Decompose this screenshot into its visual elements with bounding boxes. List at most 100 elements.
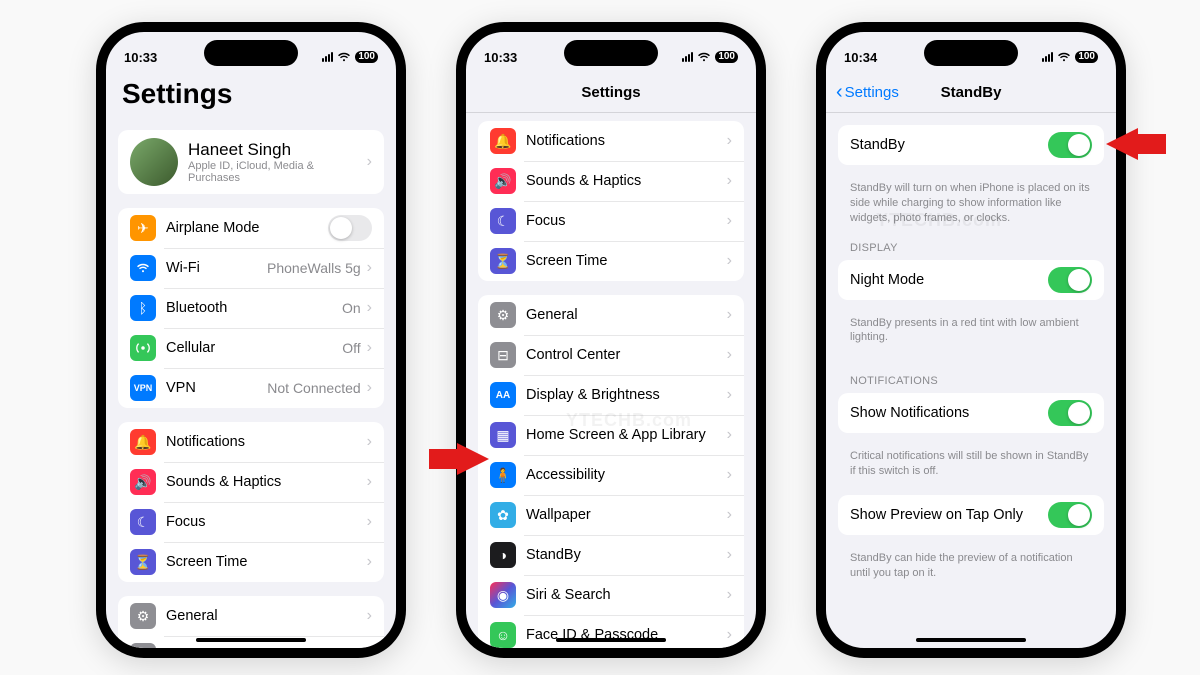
- row-show-notifications[interactable]: Show Notifications: [838, 393, 1104, 433]
- row-wallpaper[interactable]: ✿ Wallpaper ›: [478, 495, 744, 535]
- battery-indicator: 100: [1075, 51, 1098, 63]
- page-title: Settings: [106, 72, 396, 120]
- bluetooth-icon: ᛒ: [130, 295, 156, 321]
- vpn-icon: VPN: [130, 375, 156, 401]
- home-indicator[interactable]: [916, 638, 1026, 642]
- row-siri[interactable]: ◉ Siri & Search ›: [478, 575, 744, 615]
- profile-subtitle: Apple ID, iCloud, Media & Purchases: [188, 160, 367, 184]
- night-footer: StandBy presents in a red tint with low …: [826, 310, 1116, 348]
- row-screentime[interactable]: ⏳ Screen Time ›: [118, 542, 384, 582]
- wifi-icon: [697, 52, 711, 62]
- row-notifications[interactable]: 🔔 Notifications ›: [118, 422, 384, 462]
- chevron-right-icon: ›: [367, 379, 372, 397]
- back-button[interactable]: ‹Settings: [836, 81, 899, 104]
- battery-indicator: 100: [715, 51, 738, 63]
- chevron-right-icon: ›: [727, 626, 732, 644]
- faceid-icon: ☺︎: [490, 622, 516, 648]
- avatar: [130, 138, 178, 186]
- row-vpn[interactable]: VPN VPN Not Connected ›: [118, 368, 384, 408]
- cellular-signal-icon: [322, 52, 333, 62]
- status-time: 10:34: [844, 50, 877, 65]
- battery-indicator: 100: [355, 51, 378, 63]
- chevron-right-icon: ›: [727, 386, 732, 404]
- row-control-center[interactable]: ⊟ Control Center ›: [478, 335, 744, 375]
- notifications-header: NOTIFICATIONS: [826, 347, 1116, 391]
- chevron-right-icon: ›: [727, 426, 732, 444]
- navbar: Settings: [466, 72, 756, 113]
- chevron-right-icon: ›: [367, 513, 372, 531]
- profile-name: Haneet Singh: [188, 140, 367, 160]
- chevron-right-icon: ›: [727, 132, 732, 150]
- row-sounds[interactable]: 🔊 Sounds & Haptics ›: [478, 161, 744, 201]
- show-preview-toggle[interactable]: [1048, 502, 1092, 528]
- row-screentime[interactable]: ⏳ Screen Time ›: [478, 241, 744, 281]
- row-focus[interactable]: ☾ Focus ›: [118, 502, 384, 542]
- chevron-right-icon: ›: [727, 346, 732, 364]
- row-accessibility[interactable]: 🧍 Accessibility ›: [478, 455, 744, 495]
- chevron-right-icon: ›: [727, 586, 732, 604]
- airplane-icon: ✈︎: [130, 215, 156, 241]
- callout-arrow-standby-toggle: [1106, 128, 1166, 160]
- show-notif-footer: Critical notifications will still be sho…: [826, 443, 1116, 481]
- wifi-icon: [130, 255, 156, 281]
- status-time: 10:33: [484, 50, 517, 65]
- hourglass-icon: ⏳: [130, 549, 156, 575]
- row-focus[interactable]: ☾ Focus ›: [478, 201, 744, 241]
- row-bluetooth[interactable]: ᛒ Bluetooth On ›: [118, 288, 384, 328]
- standby-toggle[interactable]: [1048, 132, 1092, 158]
- chevron-right-icon: ›: [367, 433, 372, 451]
- row-home-screen[interactable]: ▦ Home Screen & App Library ›: [478, 415, 744, 455]
- cellular-signal-icon: [682, 52, 693, 62]
- row-general[interactable]: ⚙︎ General ›: [118, 596, 384, 636]
- chevron-right-icon: ›: [727, 546, 732, 564]
- chevron-right-icon: ›: [367, 339, 372, 357]
- navbar: ‹Settings StandBy: [826, 72, 1116, 113]
- chevron-right-icon: ›: [367, 299, 372, 317]
- row-sounds[interactable]: 🔊 Sounds & Haptics ›: [118, 462, 384, 502]
- navbar-title: StandBy: [941, 84, 1002, 101]
- row-wifi[interactable]: Wi-Fi PhoneWalls 5g ›: [118, 248, 384, 288]
- chevron-right-icon: ›: [367, 473, 372, 491]
- speaker-icon: 🔊: [130, 469, 156, 495]
- airplane-toggle[interactable]: [328, 215, 372, 241]
- chevron-right-icon: ›: [727, 466, 732, 484]
- row-standby-toggle[interactable]: StandBy: [838, 125, 1104, 165]
- standby-icon: ◑: [490, 542, 516, 568]
- home-indicator[interactable]: [556, 638, 666, 642]
- row-show-preview[interactable]: Show Preview on Tap Only: [838, 495, 1104, 535]
- chevron-right-icon: ›: [367, 153, 372, 171]
- chevron-right-icon: ›: [727, 306, 732, 324]
- hourglass-icon: ⏳: [490, 248, 516, 274]
- phone-standby-settings: 10:34 100 ‹Settings StandBy StandBy Stan…: [816, 22, 1126, 658]
- moon-icon: ☾: [490, 208, 516, 234]
- row-general[interactable]: ⚙︎ General ›: [478, 295, 744, 335]
- show-notifications-toggle[interactable]: [1048, 400, 1092, 426]
- night-mode-toggle[interactable]: [1048, 267, 1092, 293]
- row-airplane-mode[interactable]: ✈︎ Airplane Mode: [118, 208, 384, 248]
- apple-id-card[interactable]: Haneet Singh Apple ID, iCloud, Media & P…: [118, 130, 384, 194]
- row-standby[interactable]: ◑ StandBy ›: [478, 535, 744, 575]
- siri-icon: ◉: [490, 582, 516, 608]
- wifi-icon: [1057, 52, 1071, 62]
- callout-arrow-standby-row: [429, 443, 489, 475]
- chevron-right-icon: ›: [367, 607, 372, 625]
- phone-settings-top: 10:33 100 Settings Haneet Singh Apple ID…: [96, 22, 406, 658]
- row-notifications[interactable]: 🔔 Notifications ›: [478, 121, 744, 161]
- wifi-icon: [337, 52, 351, 62]
- speaker-icon: 🔊: [490, 168, 516, 194]
- grid-icon: ▦: [490, 422, 516, 448]
- dynamic-island: [564, 40, 658, 66]
- moon-icon: ☾: [130, 509, 156, 535]
- accessibility-icon: 🧍: [490, 462, 516, 488]
- phone-settings-scrolled: 10:33 100 Settings 🔔 Notifications › 🔊 S…: [456, 22, 766, 658]
- preview-footer: StandBy can hide the preview of a notifi…: [826, 545, 1116, 583]
- home-indicator[interactable]: [196, 638, 306, 642]
- row-cellular[interactable]: Cellular Off ›: [118, 328, 384, 368]
- row-night-mode[interactable]: Night Mode: [838, 260, 1104, 300]
- row-display-brightness[interactable]: AA Display & Brightness ›: [478, 375, 744, 415]
- sliders-icon: ⊟: [490, 342, 516, 368]
- chevron-right-icon: ›: [727, 252, 732, 270]
- chevron-right-icon: ›: [367, 647, 372, 658]
- row-faceid[interactable]: ☺︎ Face ID & Passcode ›: [478, 615, 744, 651]
- chevron-right-icon: ›: [727, 172, 732, 190]
